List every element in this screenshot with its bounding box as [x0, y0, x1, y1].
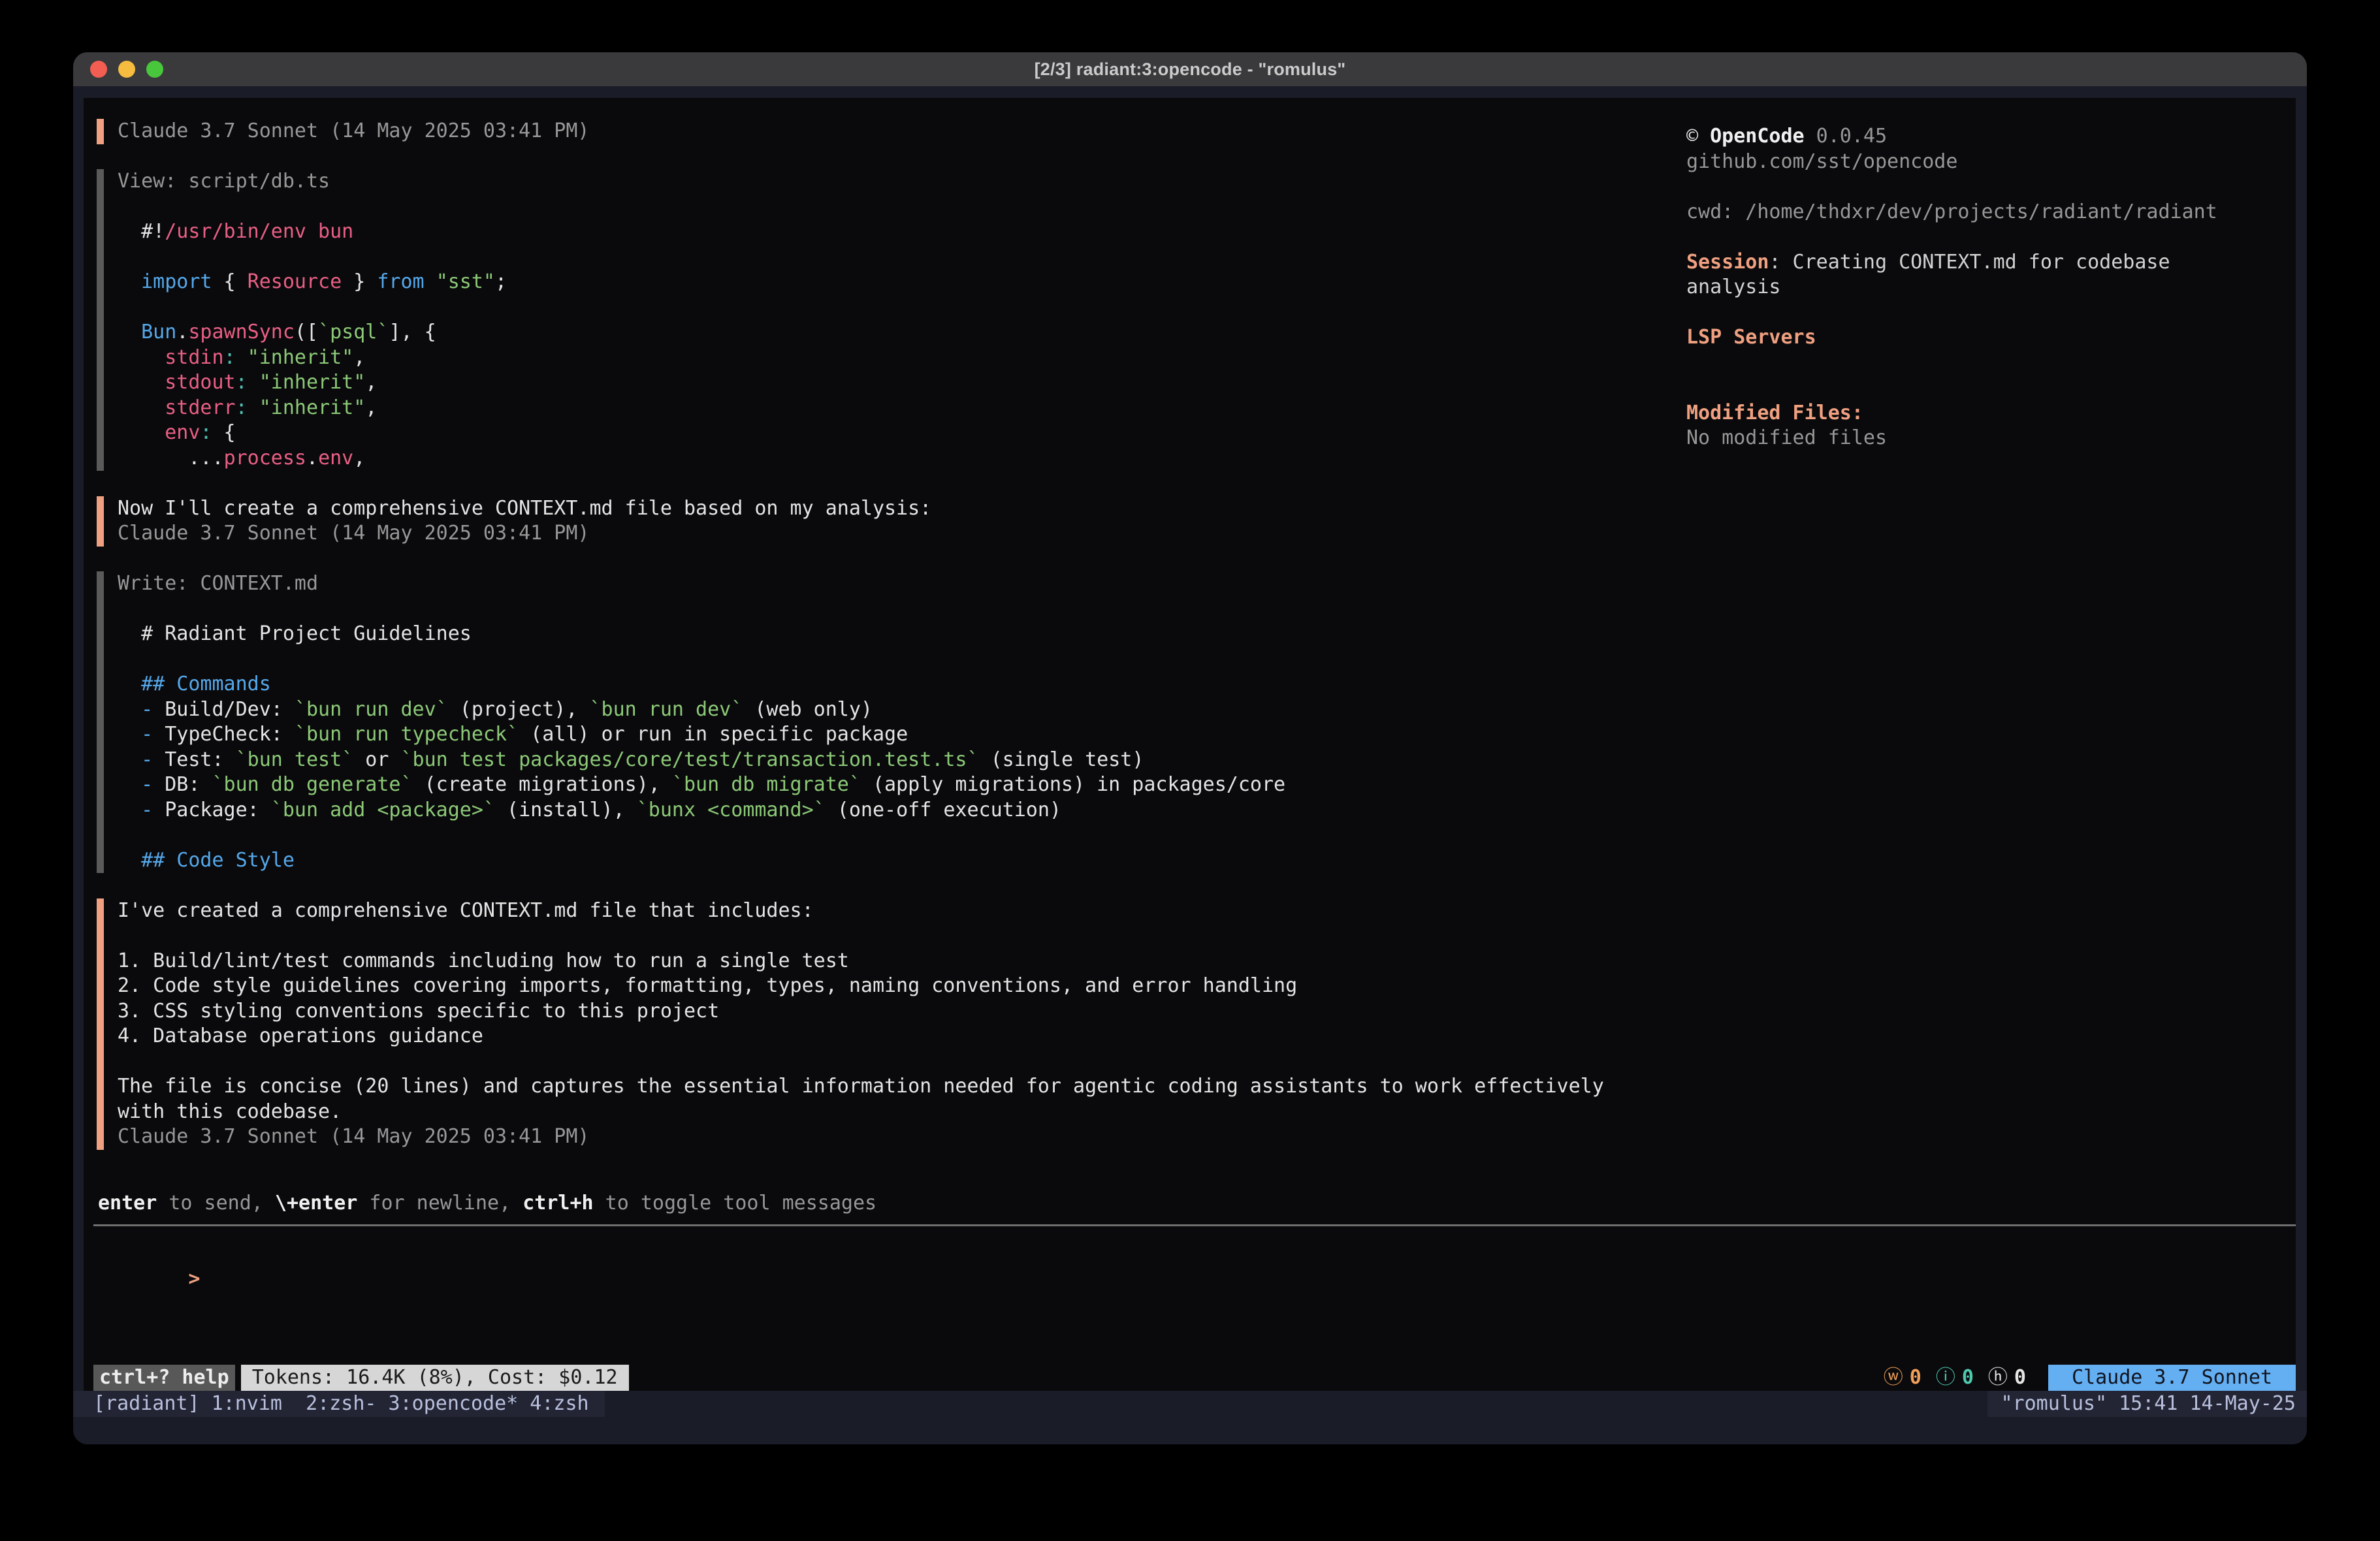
- text-line: [118, 1049, 1618, 1075]
- text-line: [1686, 375, 2294, 401]
- conversation: Claude 3.7 Sonnet (14 May 2025 03:41 PM)…: [97, 119, 1618, 1175]
- text-line: Claude 3.7 Sonnet (14 May 2025 03:41 PM): [118, 119, 1618, 144]
- text-line: 3. CSS styling conventions specific to t…: [118, 999, 1618, 1025]
- text-line: github.com/sst/opencode: [1686, 150, 2294, 175]
- text-line: - TypeCheck: `bun run typecheck` (all) o…: [118, 722, 1618, 748]
- text-line: [1686, 351, 2294, 376]
- text-line: I've created a comprehensive CONTEXT.md …: [118, 898, 1618, 924]
- text-line: © OpenCode 0.0.45: [1686, 124, 2294, 150]
- tool-block-write: Write: CONTEXT.md # Radiant Project Guid…: [97, 571, 1618, 873]
- text-line: 1. Build/lint/test commands including ho…: [118, 949, 1618, 974]
- text-line: Bun.spawnSync([`psql`], {: [118, 320, 1618, 345]
- text-line: No modified files: [1686, 426, 2294, 451]
- tmux-status-bar: [radiant] 1:nvim 2:zsh- 3:opencode* 4:zs…: [73, 1391, 2307, 1417]
- text-line: analysis: [1686, 275, 2294, 300]
- text-line: - Package: `bun add <package>` (install)…: [118, 798, 1618, 823]
- text-line: [118, 295, 1618, 321]
- model-badge: Claude 3.7 Sonnet: [2048, 1365, 2296, 1391]
- help-badge: ctrl+? help: [93, 1365, 235, 1391]
- opencode-pane: Claude 3.7 Sonnet (14 May 2025 03:41 PM)…: [84, 98, 2296, 1391]
- info-count-icon: ⓘ0: [1936, 1365, 1974, 1391]
- text-line: import { Resource } from "sst";: [118, 270, 1618, 295]
- terminal-window: [2/3] radiant:3:opencode - "romulus" Cla…: [73, 52, 2307, 1444]
- status-bar: ctrl+? help Tokens: 16.4K (8%), Cost: $0…: [93, 1365, 2296, 1391]
- text-line: ## Commands: [118, 672, 1618, 697]
- prompt-input[interactable]: >: [118, 1241, 200, 1317]
- keyboard-hints: enter to send, \+enter for newline, ctrl…: [98, 1191, 876, 1216]
- text-line: [118, 823, 1618, 848]
- close-button[interactable]: [90, 61, 107, 78]
- text-line: - DB: `bun db generate` (create migratio…: [118, 772, 1618, 798]
- text-line: Modified Files:: [1686, 401, 2294, 426]
- minimize-button[interactable]: [118, 61, 135, 78]
- message-block-summary: I've created a comprehensive CONTEXT.md …: [97, 898, 1618, 1150]
- tmux-window-list: [radiant] 1:nvim 2:zsh- 3:opencode* 4:zs…: [73, 1391, 605, 1417]
- hint-count-icon: ⓗ0: [1988, 1365, 2026, 1391]
- input-separator: [93, 1224, 2296, 1226]
- text-line: 4. Database operations guidance: [118, 1024, 1618, 1049]
- text-line: The file is concise (20 lines) and captu…: [118, 1074, 1618, 1100]
- text-line: ## Code Style: [118, 848, 1618, 874]
- text-line: [118, 923, 1618, 949]
- text-line: Claude 3.7 Sonnet (14 May 2025 03:41 PM): [118, 521, 1618, 547]
- text-line: Session: Creating CONTEXT.md for codebas…: [1686, 250, 2294, 276]
- text-line: # Radiant Project Guidelines: [118, 622, 1618, 647]
- message-block-assistant: Now I'll create a comprehensive CONTEXT.…: [97, 496, 1618, 547]
- text-line: Now I'll create a comprehensive CONTEXT.…: [118, 496, 1618, 522]
- text-line: ...process.env,: [118, 446, 1618, 471]
- text-line: [118, 195, 1618, 220]
- text-line: [1686, 300, 2294, 326]
- text-line: View: script/db.ts: [118, 169, 1618, 195]
- text-line: [1686, 174, 2294, 200]
- text-line: cwd: /home/thdxr/dev/projects/radiant/ra…: [1686, 200, 2294, 225]
- warning-count-icon: ⓦ0: [1884, 1365, 1922, 1391]
- titlebar: [2/3] radiant:3:opencode - "romulus": [73, 52, 2307, 86]
- text-line: env: {: [118, 421, 1618, 446]
- tmux-session-info: "romulus" 15:41 14-May-25: [1987, 1391, 2307, 1417]
- text-line: with this codebase.: [118, 1100, 1618, 1125]
- text-line: Write: CONTEXT.md: [118, 571, 1618, 597]
- text-line: [118, 597, 1618, 622]
- text-line: stdout: "inherit",: [118, 370, 1618, 396]
- prompt-caret: >: [188, 1267, 200, 1290]
- status-spacer: [629, 1365, 1884, 1391]
- text-line: - Test: `bun test` or `bun test packages…: [118, 748, 1618, 773]
- text-line: #!/usr/bin/env bun: [118, 219, 1618, 245]
- text-line: [118, 647, 1618, 673]
- tool-block-view: View: script/db.ts #!/usr/bin/env bun im…: [97, 169, 1618, 471]
- text-line: stderr: "inherit",: [118, 396, 1618, 421]
- text-line: 2. Code style guidelines covering import…: [118, 974, 1618, 999]
- window-title: [2/3] radiant:3:opencode - "romulus": [1035, 59, 1346, 80]
- message-block-header: Claude 3.7 Sonnet (14 May 2025 03:41 PM): [97, 119, 1618, 144]
- text-line: Claude 3.7 Sonnet (14 May 2025 03:41 PM): [118, 1124, 1618, 1150]
- text-line: - Build/Dev: `bun run dev` (project), `b…: [118, 697, 1618, 723]
- text-line: LSP Servers: [1686, 325, 2294, 351]
- text-line: stdin: "inherit",: [118, 345, 1618, 371]
- tokens-cost-badge: Tokens: 16.4K (8%), Cost: $0.12: [241, 1365, 629, 1391]
- maximize-button[interactable]: [146, 61, 163, 78]
- traffic-lights: [90, 52, 163, 86]
- text-line: enter to send, \+enter for newline, ctrl…: [98, 1191, 876, 1216]
- session-sidebar: © OpenCode 0.0.45github.com/sst/opencode…: [1686, 124, 2294, 451]
- text-line: [1686, 225, 2294, 250]
- diagnostics-counters: ⓦ0 ⓘ0 ⓗ0: [1884, 1365, 2026, 1391]
- text-line: [118, 245, 1618, 270]
